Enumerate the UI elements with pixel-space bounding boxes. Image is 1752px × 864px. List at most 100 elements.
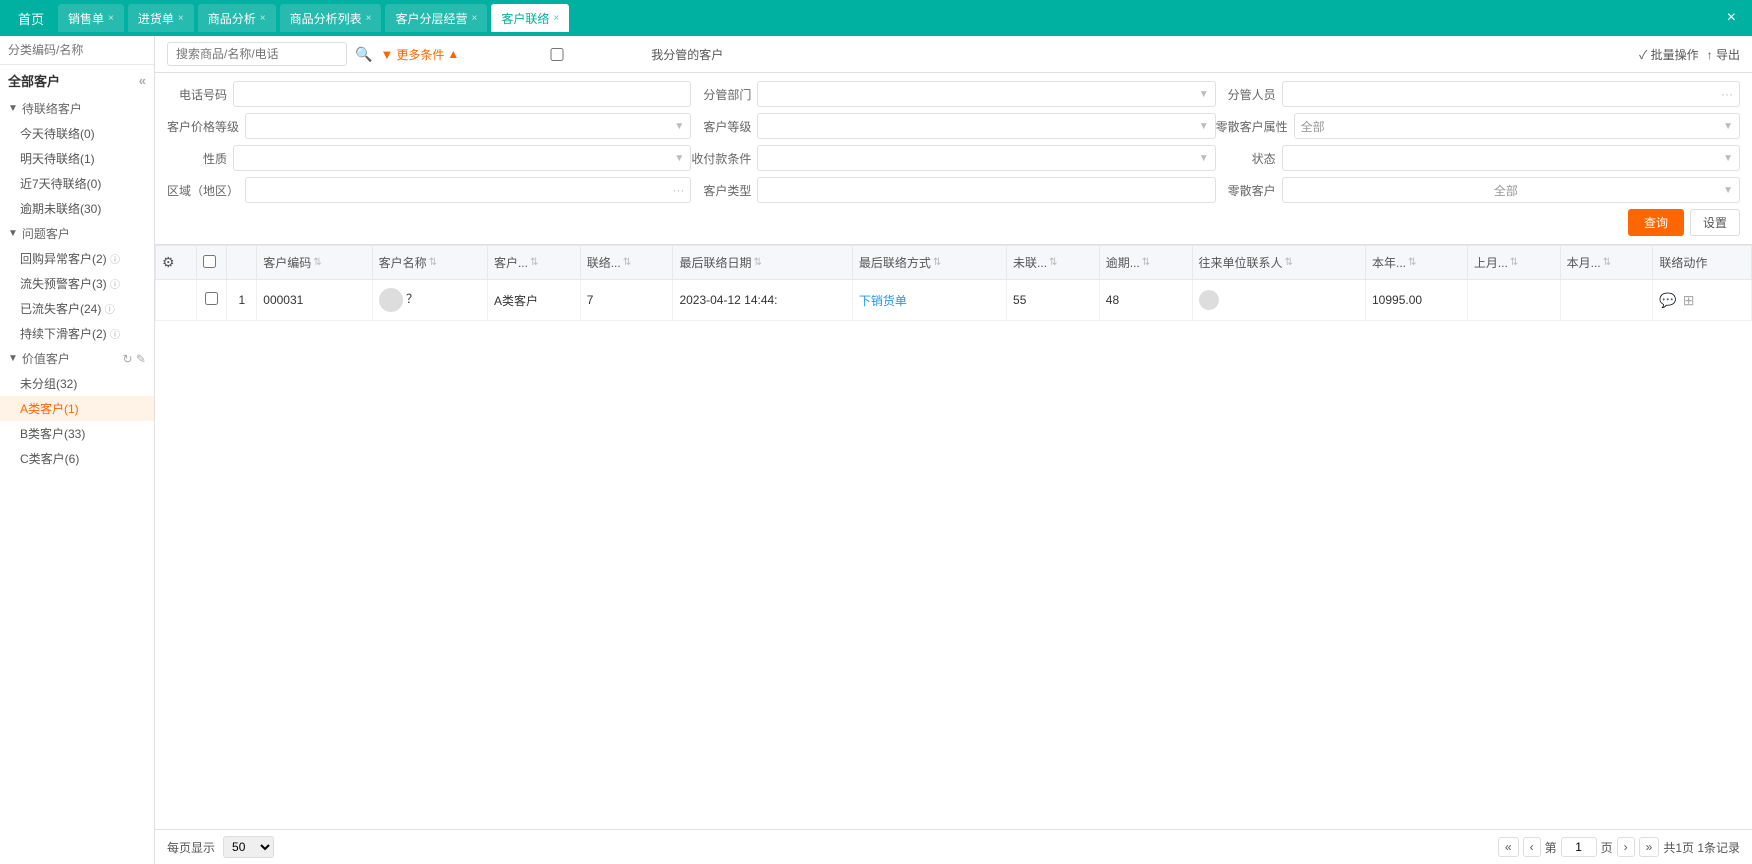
- last-page-button[interactable]: »: [1639, 837, 1660, 857]
- col-header-unitContact[interactable]: 往来单位联系人⇅: [1192, 246, 1366, 280]
- action-icons: 💬 ⊞: [1659, 292, 1745, 309]
- filter-input-状态[interactable]: ▼: [1282, 145, 1740, 171]
- filter-label: 收付款条件: [691, 150, 751, 167]
- filter-input-分管人员[interactable]: ···: [1282, 81, 1740, 107]
- tab-close-icon[interactable]: ×: [471, 13, 477, 24]
- col-label: 最后联络方式: [859, 254, 931, 271]
- tab-close-icon[interactable]: ×: [108, 13, 114, 24]
- col-header-contact[interactable]: 联络...⇅: [580, 246, 673, 280]
- next-page-button[interactable]: ›: [1617, 837, 1635, 857]
- tab-label: 商品分析: [208, 10, 256, 27]
- close-window-button[interactable]: ×: [1719, 9, 1744, 27]
- filter-input-区域（地区）[interactable]: ···: [245, 177, 691, 203]
- tab-客户联络[interactable]: 客户联络×: [491, 4, 569, 32]
- col-header-lastMonth[interactable]: 上月...⇅: [1467, 246, 1560, 280]
- filter-input-电话号码[interactable]: [233, 81, 691, 107]
- filter-input-客户价格等级[interactable]: ▼: [245, 113, 691, 139]
- filter-cell: 分管部门▼: [691, 81, 1215, 107]
- table-settings-icon[interactable]: ⚙: [162, 254, 175, 270]
- query-button[interactable]: 查询: [1628, 209, 1684, 236]
- sidebar: 🔍 全部客户 « ▼ 待联络客户 今天待联络(0)明天待联络(1)近7天待联络(…: [0, 36, 155, 864]
- tab-商品分析列表[interactable]: 商品分析列表×: [280, 4, 382, 32]
- sidebar-item[interactable]: 明天待联络(1): [0, 146, 154, 171]
- export-button[interactable]: ↑ 导出: [1707, 46, 1740, 63]
- filter-label: 状态: [1216, 150, 1276, 167]
- col-header-code[interactable]: 客户编码⇅: [257, 246, 372, 280]
- col-header-overdue[interactable]: 逾期...⇅: [1099, 246, 1192, 280]
- col-header-noContact[interactable]: 未联...⇅: [1007, 246, 1100, 280]
- sidebar-section-问题客户[interactable]: ▼ 问题客户: [0, 221, 154, 246]
- col-label: 最后联络日期: [679, 254, 751, 271]
- sidebar-collapse-icon[interactable]: «: [139, 73, 146, 88]
- filter-input-收付款条件[interactable]: ▼: [757, 145, 1215, 171]
- col-header-name[interactable]: 客户名称⇅: [372, 246, 487, 280]
- tab-客户分层经营[interactable]: 客户分层经营×: [385, 4, 487, 32]
- filter-input-客户类型[interactable]: [757, 177, 1215, 203]
- tab-商品分析[interactable]: 商品分析 ×: [198, 4, 276, 32]
- sidebar-item[interactable]: 持续下滑客户(2) ⓘ: [0, 321, 154, 346]
- filter-value: 全部: [1301, 118, 1325, 135]
- grid-icon[interactable]: ⊞: [1683, 292, 1695, 309]
- col-header-type[interactable]: 客户...⇅: [487, 246, 580, 280]
- my-customer-checkbox[interactable]: [467, 48, 647, 61]
- info-icon: ⓘ: [110, 255, 120, 266]
- home-button[interactable]: 首页: [8, 9, 54, 28]
- sidebar-item[interactable]: 已流失客户(24) ⓘ: [0, 296, 154, 321]
- dropdown-arrow-icon: ▼: [1199, 121, 1209, 132]
- filter-search-icon[interactable]: 🔍: [355, 46, 372, 63]
- col-label: 上月...: [1474, 254, 1508, 271]
- sidebar-item[interactable]: 未分组(32): [0, 371, 154, 396]
- tab-close-icon[interactable]: ×: [366, 13, 372, 24]
- tab-close-icon[interactable]: ×: [178, 13, 184, 24]
- sidebar-item[interactable]: 近7天待联络(0): [0, 171, 154, 196]
- page-label: 第: [1545, 839, 1557, 856]
- chat-icon[interactable]: 💬: [1659, 292, 1676, 309]
- first-page-button[interactable]: «: [1498, 837, 1519, 857]
- col-header-lastDate[interactable]: 最后联络日期⇅: [673, 246, 852, 280]
- filter-input-性质[interactable]: ▼: [233, 145, 691, 171]
- batch-op-button[interactable]: ✓ 批量操作: [1639, 46, 1699, 63]
- col-header-thisMonth[interactable]: 本月...⇅: [1560, 246, 1653, 280]
- filter-input-零散客户[interactable]: 全部▼: [1282, 177, 1740, 203]
- sidebar-item-label: 明天待联络(1): [20, 152, 95, 166]
- filter-cell: 客户价格等级▼: [167, 113, 691, 139]
- filter-cell: 客户等级▼: [691, 113, 1215, 139]
- last-method-link[interactable]: 下销货单: [859, 294, 907, 308]
- tab-close-icon[interactable]: ×: [553, 13, 559, 24]
- sidebar-item[interactable]: 流失预警客户(3) ⓘ: [0, 271, 154, 296]
- col-header-lastMethod[interactable]: 最后联络方式⇅: [852, 246, 1006, 280]
- tab-销售单[interactable]: 销售单×: [58, 4, 124, 32]
- settings-button[interactable]: 设置: [1690, 209, 1740, 236]
- tab-进货单[interactable]: 进货单×: [128, 4, 194, 32]
- col-label: 本年...: [1372, 254, 1406, 271]
- select-all-checkbox[interactable]: [203, 255, 216, 268]
- sidebar-item[interactable]: 回购异常客户(2) ⓘ: [0, 246, 154, 271]
- sidebar-item-label: 回购异常客户(2): [20, 252, 107, 266]
- sidebar-search-input[interactable]: [8, 43, 155, 57]
- more-filter-button[interactable]: ▼ 更多条件 ▲: [380, 46, 459, 63]
- customer-code: 000031: [257, 280, 372, 321]
- my-customer-checkbox-area[interactable]: 我分管的客户: [467, 46, 723, 63]
- filter-input-零散客户属性[interactable]: 全部▼: [1294, 113, 1740, 139]
- sidebar-item-label: A类客户(1): [20, 402, 79, 416]
- filter-input-客户等级[interactable]: ▼: [757, 113, 1215, 139]
- sidebar-section-待联络客户[interactable]: ▼ 待联络客户: [0, 96, 154, 121]
- sidebar-item[interactable]: 今天待联络(0): [0, 121, 154, 146]
- section-title: 待联络客户: [22, 100, 82, 117]
- sidebar-item[interactable]: 逾期未联络(30): [0, 196, 154, 221]
- per-page-select[interactable]: 50 100 200: [223, 836, 274, 858]
- filter-cell: 零散客户全部▼: [1216, 177, 1740, 203]
- sidebar-item[interactable]: B类客户(33): [0, 421, 154, 446]
- sidebar-item[interactable]: C类客户(6): [0, 446, 154, 471]
- prev-page-button[interactable]: ‹: [1523, 837, 1541, 857]
- sidebar-section-价值客户[interactable]: ▼ 价值客户 ↻ ✎: [0, 346, 154, 371]
- last-contact-method[interactable]: 下销货单: [852, 280, 1006, 321]
- sidebar-item[interactable]: A类客户(1): [0, 396, 154, 421]
- tab-close-icon[interactable]: ×: [260, 13, 266, 24]
- row-checkbox[interactable]: [205, 292, 218, 305]
- search-input[interactable]: [167, 42, 347, 66]
- page-input[interactable]: [1561, 837, 1597, 857]
- last-contact-date: 2023-04-12 14:44:: [673, 280, 852, 321]
- filter-input-分管部门[interactable]: ▼: [757, 81, 1215, 107]
- col-header-thisYear[interactable]: 本年...⇅: [1366, 246, 1468, 280]
